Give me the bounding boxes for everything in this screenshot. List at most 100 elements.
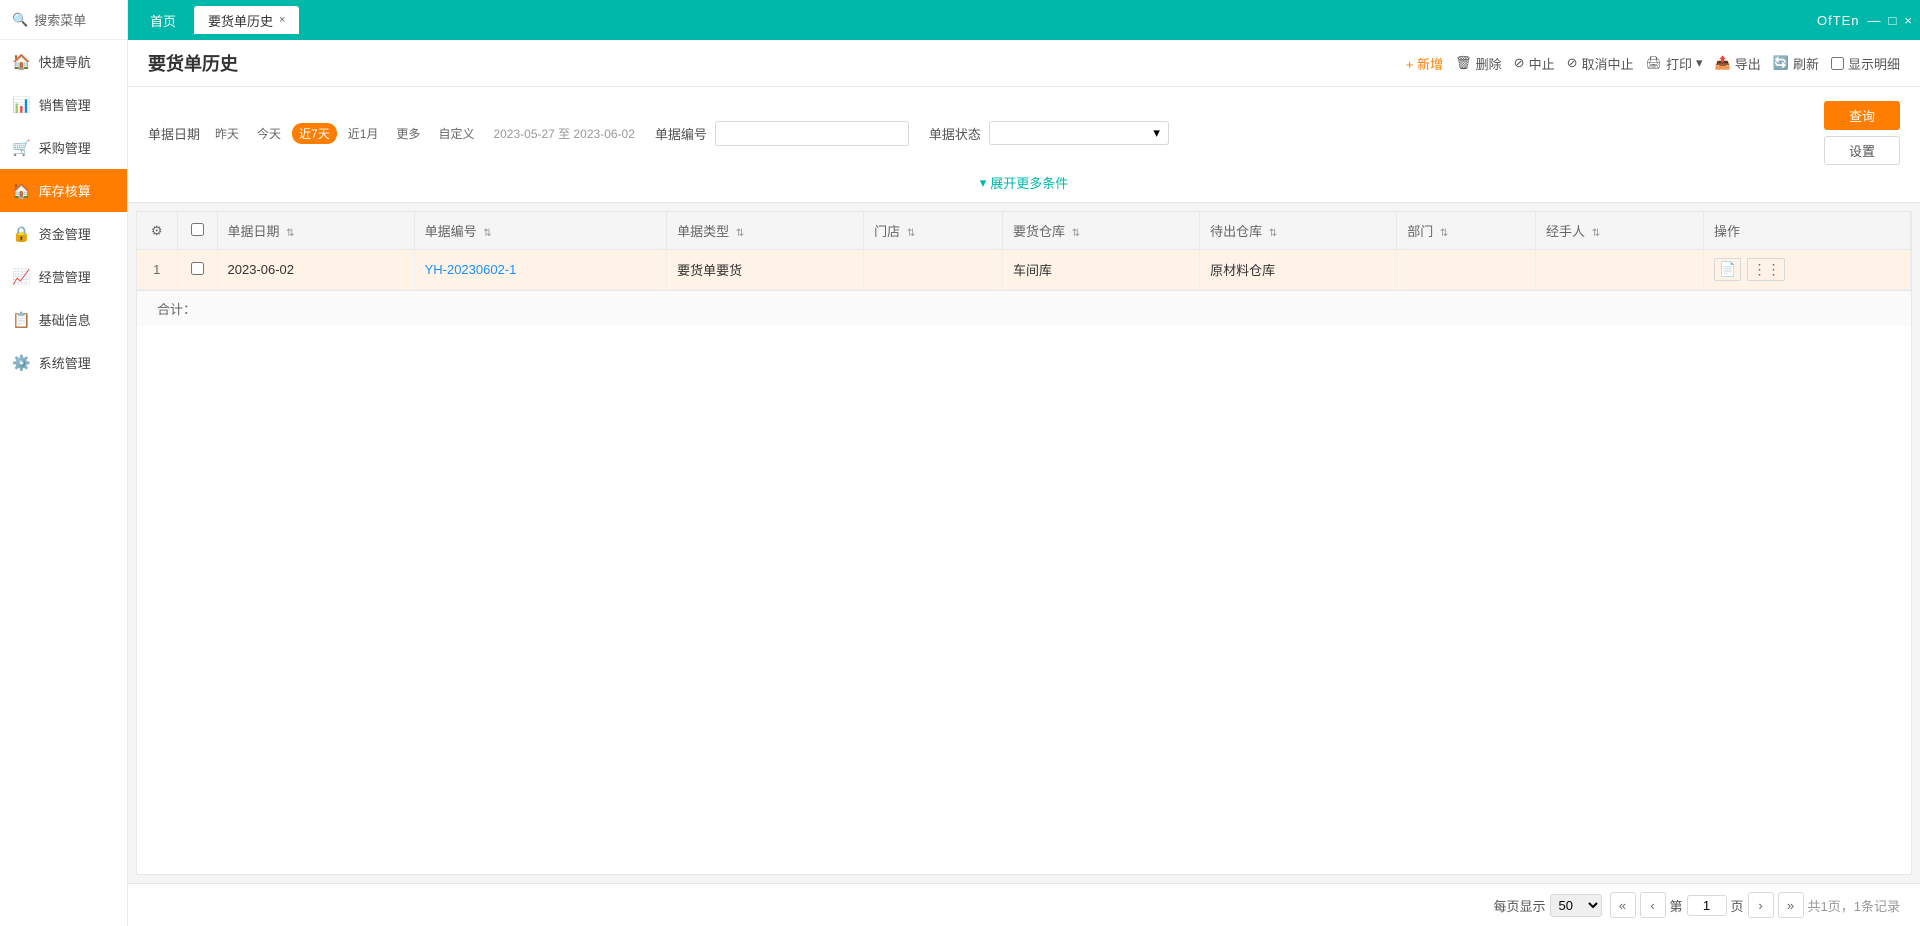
table-col-date[interactable]: 单据日期 ⇅ (217, 212, 414, 250)
date-opt-yesterday[interactable]: 昨天 (208, 123, 246, 144)
content-area: 要货单历史 + 新增 🗑 删除 ⊘ 中止 ⊘ 取消中止 🖨 (128, 40, 1920, 926)
more-icon[interactable]: ⋮⋮ (1747, 258, 1785, 281)
display-detail-checkbox[interactable] (1831, 57, 1844, 70)
table-col-doc-type[interactable]: 单据类型 ⇅ (667, 212, 864, 250)
date-opt-7days[interactable]: 近7天 (292, 123, 337, 144)
page-total: 共1页，1条记录 (1808, 896, 1900, 915)
filter-action-buttons: 查询 设置 (1824, 101, 1900, 165)
minimize-button[interactable]: — (1868, 13, 1881, 28)
sales-icon: 📊 (12, 96, 31, 114)
print-button[interactable]: 🖨 打印 ▾ (1646, 54, 1703, 73)
doc-no-filter-group: 单据编号 (655, 121, 909, 146)
row-checkbox-cell[interactable] (177, 250, 217, 290)
edit-icon[interactable]: 📄 (1714, 258, 1741, 281)
sidebar-item-label: 基础信息 (39, 310, 91, 329)
maximize-button[interactable]: □ (1889, 13, 1897, 28)
table-col-dept[interactable]: 部门 ⇅ (1397, 212, 1536, 250)
next-page-button[interactable]: › (1748, 892, 1774, 918)
per-page-select[interactable]: 10 20 50 100 (1550, 894, 1602, 917)
tab-home[interactable]: 首页 (136, 6, 190, 34)
prev-page-button[interactable]: ‹ (1640, 892, 1666, 918)
export-button[interactable]: 📤 导出 (1715, 54, 1761, 73)
refresh-button[interactable]: 🔄 刷新 (1773, 54, 1819, 73)
table-col-pending-warehouse[interactable]: 待出仓库 ⇅ (1200, 212, 1397, 250)
date-opt-custom[interactable]: 自定义 (431, 123, 481, 144)
tab-close-icon[interactable]: × (279, 14, 285, 26)
date-opt-more[interactable]: 更多 (389, 123, 427, 144)
display-detail-toggle[interactable]: 显示明细 (1831, 54, 1900, 73)
sort-icon-doc-no: ⇅ (483, 228, 491, 239)
sidebar-item-inventory[interactable]: 🏠 库存核算 (0, 169, 127, 212)
tab-home-label: 首页 (150, 11, 176, 30)
print-dropdown-icon: ▾ (1696, 55, 1703, 71)
action-cell: 📄 ⋮⋮ (1714, 258, 1900, 281)
page-input[interactable] (1687, 895, 1727, 916)
doc-no-input[interactable] (715, 121, 909, 146)
sidebar-item-basic[interactable]: 📋 基础信息 (0, 298, 127, 341)
display-detail-label: 显示明细 (1848, 54, 1900, 73)
sort-icon-doc-type: ⇅ (736, 228, 744, 239)
sidebar-item-system[interactable]: ⚙️ 系统管理 (0, 341, 127, 384)
print-icon: 🖨 (1646, 55, 1663, 71)
sidebar-item-operation[interactable]: 📈 经营管理 (0, 255, 127, 298)
table-col-handler[interactable]: 经手人 ⇅ (1536, 212, 1704, 250)
new-button[interactable]: + 新增 (1406, 54, 1443, 73)
cancel-stop-button[interactable]: ⊘ 取消中止 (1567, 54, 1634, 73)
date-range-display: 2023-05-27 至 2023-06-02 (493, 125, 634, 142)
sidebar-search[interactable]: 🔍 搜索菜单 (0, 0, 127, 40)
sidebar-item-finance[interactable]: 🔒 资金管理 (0, 212, 127, 255)
table-col-req-warehouse[interactable]: 要货仓库 ⇅ (1003, 212, 1200, 250)
table-col-doc-no[interactable]: 单据编号 ⇅ (414, 212, 667, 250)
expand-more-button[interactable]: ▾ 展开更多条件 (148, 173, 1900, 192)
new-label: + 新增 (1406, 54, 1443, 73)
table-settings-col[interactable]: ⚙ (137, 212, 177, 250)
per-page-group: 每页显示 10 20 50 100 (1493, 894, 1601, 917)
query-button[interactable]: 查询 (1824, 101, 1900, 130)
filter-settings-button[interactable]: 设置 (1824, 136, 1900, 165)
sidebar-item-purchase[interactable]: 🛒 采购管理 (0, 126, 127, 169)
often-label: OfTEn (1817, 13, 1860, 28)
row-dept (1397, 250, 1536, 290)
tab-requisition-history[interactable]: 要货单历史 × (194, 6, 299, 34)
table-checkbox-col[interactable] (177, 212, 217, 250)
tab-active-label: 要货单历史 (208, 11, 273, 30)
row-handler (1536, 250, 1704, 290)
sidebar-item-label: 快捷导航 (39, 52, 91, 71)
sidebar-item-label: 经营管理 (39, 267, 91, 286)
row-date: 2023-06-02 (217, 250, 414, 290)
toolbar: + 新增 🗑 删除 ⊘ 中止 ⊘ 取消中止 🖨 打印 ▾ (1406, 54, 1900, 73)
sidebar-item-label: 系统管理 (39, 353, 91, 372)
first-page-button[interactable]: « (1610, 892, 1636, 918)
table-col-store[interactable]: 门店 ⇅ (864, 212, 1003, 250)
date-opt-today[interactable]: 今天 (250, 123, 288, 144)
cancel-stop-label: 取消中止 (1582, 54, 1634, 73)
date-opt-1month[interactable]: 近1月 (341, 123, 386, 144)
sort-icon-dept: ⇅ (1440, 228, 1448, 239)
export-icon: 📤 (1715, 55, 1731, 71)
cancel-stop-icon: ⊘ (1567, 55, 1578, 71)
filter-area: 单据日期 昨天 今天 近7天 近1月 更多 自定义 2023-05-27 至 2… (128, 87, 1920, 203)
last-page-button[interactable]: » (1778, 892, 1804, 918)
inventory-icon: 🏠 (12, 182, 31, 200)
doc-no-link[interactable]: YH-20230602-1 (425, 262, 517, 277)
close-button[interactable]: × (1904, 13, 1912, 28)
table-area: ⚙ 单据日期 ⇅ 单据编号 ⇅ 单据类型 ⇅ (136, 211, 1912, 875)
row-checkbox[interactable] (191, 262, 204, 275)
table-row: 1 2023-06-02 YH-20230602-1 要货单要货 车间库 原材料… (137, 250, 1911, 290)
sidebar-item-sales[interactable]: 📊 销售管理 (0, 83, 127, 126)
sidebar-item-label: 销售管理 (39, 95, 91, 114)
row-actions: 📄 ⋮⋮ (1704, 250, 1911, 290)
select-all-checkbox[interactable] (191, 223, 204, 236)
delete-button[interactable]: 🗑 删除 (1455, 54, 1502, 73)
page-label: 第 (1670, 896, 1683, 915)
doc-no-label: 单据编号 (655, 124, 707, 143)
sort-icon-pending-warehouse: ⇅ (1269, 228, 1277, 239)
chevron-down-icon: ▾ (1153, 125, 1160, 141)
home-icon: 🏠 (12, 53, 31, 71)
sort-icon-store: ⇅ (907, 228, 915, 239)
finance-icon: 🔒 (12, 225, 31, 243)
stop-button[interactable]: ⊘ 中止 (1514, 54, 1555, 73)
row-doc-no[interactable]: YH-20230602-1 (414, 250, 667, 290)
status-select[interactable]: ▾ (989, 121, 1169, 145)
sidebar-item-shortcuts[interactable]: 🏠 快捷导航 (0, 40, 127, 83)
